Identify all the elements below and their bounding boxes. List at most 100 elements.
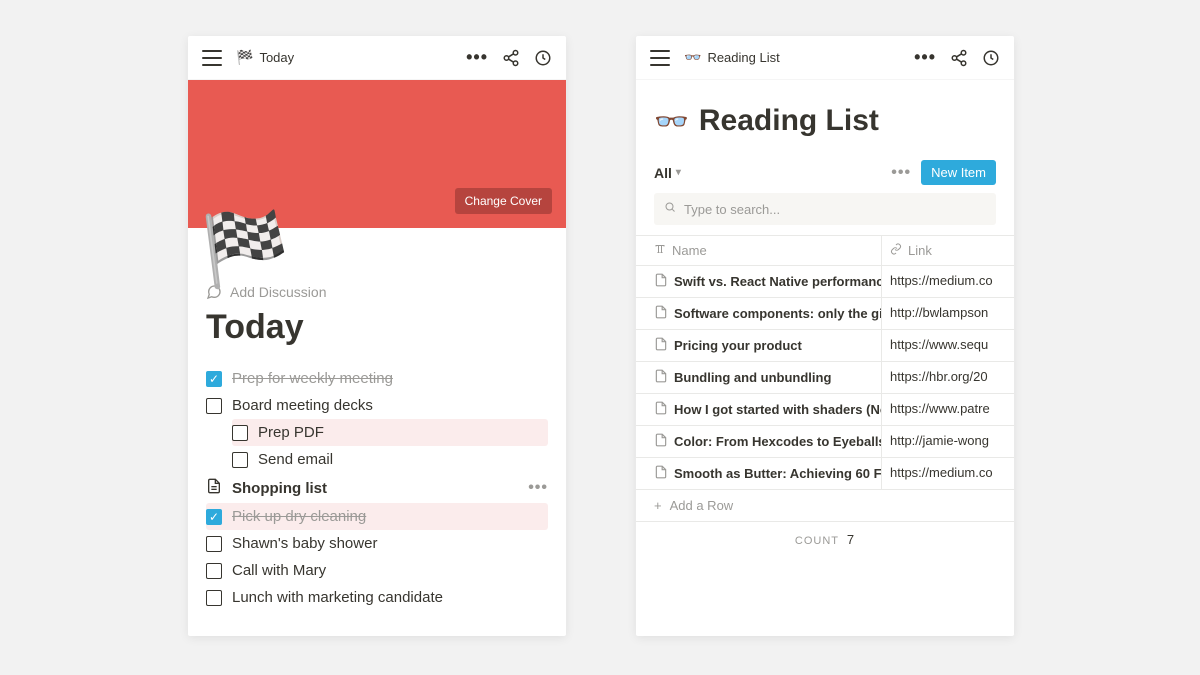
todo-label: Prep for weekly meeting	[232, 370, 393, 387]
breadcrumb-label[interactable]: Today	[259, 50, 294, 65]
table-row[interactable]: Smooth as Butter: Achieving 60 FPS A htt…	[636, 458, 1014, 490]
todo-label: Board meeting decks	[232, 397, 373, 414]
page-cover: Change Cover 🏁	[188, 80, 566, 228]
history-icon[interactable]	[982, 49, 1000, 67]
page-emoji[interactable]: 🏁	[200, 214, 290, 286]
checkbox-icon[interactable]	[206, 371, 222, 387]
todo-item[interactable]: Shawn's baby shower	[206, 530, 548, 557]
breadcrumb-icon: 🏁	[236, 49, 253, 66]
checkbox-icon[interactable]	[232, 425, 248, 441]
change-cover-button[interactable]: Change Cover	[455, 188, 552, 214]
chevron-down-icon: ▾	[676, 167, 681, 178]
todo-list: Prep for weekly meeting Board meeting de…	[188, 365, 566, 611]
todo-item[interactable]: Prep PDF	[232, 419, 548, 446]
count-value: 7	[847, 532, 855, 547]
todo-item[interactable]: Prep for weekly meeting	[206, 365, 548, 392]
checkbox-icon[interactable]	[206, 563, 222, 579]
column-header-name[interactable]: Name	[636, 236, 882, 265]
page-icon	[654, 433, 668, 450]
subpage-link[interactable]: Shopping list •••	[206, 473, 548, 503]
cell-name: Color: From Hexcodes to Eyeballs	[674, 434, 882, 449]
reading-list-window: 👓 Reading List ••• 👓 Reading List All ▾ …	[636, 36, 1014, 636]
more-icon[interactable]: •••	[466, 47, 488, 68]
todo-label: Shawn's baby shower	[232, 535, 377, 552]
checkbox-icon[interactable]	[206, 509, 222, 525]
checkbox-icon[interactable]	[232, 452, 248, 468]
cell-link: https://www.sequ	[882, 330, 1014, 361]
add-row-button[interactable]: + Add a Row	[636, 490, 1014, 522]
database-view-bar: All ▾ ••• New Item	[654, 160, 996, 185]
count-summary: COUNT 7	[636, 522, 1014, 557]
table-row[interactable]: How I got started with shaders (Non-S ht…	[636, 394, 1014, 426]
page-title-row: 👓 Reading List	[654, 104, 996, 138]
table-row[interactable]: Color: From Hexcodes to Eyeballs http://…	[636, 426, 1014, 458]
search-input[interactable]	[684, 202, 986, 217]
today-page-window: 🏁 Today ••• Change Cover 🏁 Add Discussio…	[188, 36, 566, 636]
checkbox-icon[interactable]	[206, 590, 222, 606]
cell-link: https://medium.co	[882, 266, 1014, 297]
menu-icon[interactable]	[650, 50, 670, 66]
table-row[interactable]: Swift vs. React Native performance https…	[636, 266, 1014, 298]
cell-link: http://jamie-wong	[882, 426, 1014, 457]
todo-label: Pick up dry cleaning	[232, 508, 366, 525]
page-icon	[206, 478, 222, 498]
history-icon[interactable]	[534, 49, 552, 67]
view-selector[interactable]: All ▾	[654, 165, 681, 181]
cell-name: Software components: only the giants	[674, 306, 882, 321]
page-emoji[interactable]: 👓	[654, 105, 689, 138]
search-box[interactable]	[654, 193, 996, 225]
todo-label: Send email	[258, 451, 333, 468]
row-more-icon[interactable]: •••	[528, 479, 548, 497]
todo-item[interactable]: Pick up dry cleaning	[206, 503, 548, 530]
todo-label: Lunch with marketing candidate	[232, 589, 443, 606]
cell-name: Smooth as Butter: Achieving 60 FPS A	[674, 466, 882, 481]
menu-icon[interactable]	[202, 50, 222, 66]
page-icon	[654, 465, 668, 482]
cell-name: Bundling and unbundling	[674, 370, 831, 385]
topbar: 👓 Reading List •••	[636, 36, 1014, 80]
cell-name: Pricing your product	[674, 338, 802, 353]
todo-item[interactable]: Call with Mary	[206, 557, 548, 584]
page-icon	[654, 369, 668, 386]
table-row[interactable]: Bundling and unbundling https://hbr.org/…	[636, 362, 1014, 394]
more-icon[interactable]: •••	[914, 47, 936, 68]
table-row[interactable]: Pricing your product https://www.sequ	[636, 330, 1014, 362]
topbar: 🏁 Today •••	[188, 36, 566, 80]
table-header-row: Name Link	[636, 236, 1014, 266]
database-table: Name Link Swift vs. React Native perform…	[636, 235, 1014, 557]
link-type-icon	[890, 243, 902, 258]
column-name-label: Name	[672, 243, 707, 258]
cell-link: https://www.patre	[882, 394, 1014, 425]
new-item-button[interactable]: New Item	[921, 160, 996, 185]
todo-label: Call with Mary	[232, 562, 326, 579]
todo-item[interactable]: Send email	[232, 446, 548, 473]
page-title[interactable]: Today	[206, 308, 548, 347]
cell-name: How I got started with shaders (Non-S	[674, 402, 882, 417]
checkbox-icon[interactable]	[206, 536, 222, 552]
cell-link: https://hbr.org/20	[882, 362, 1014, 393]
page-icon	[654, 337, 668, 354]
page-icon	[654, 401, 668, 418]
checkbox-icon[interactable]	[206, 398, 222, 414]
breadcrumb-label[interactable]: Reading List	[707, 50, 779, 65]
plus-icon: +	[654, 498, 662, 513]
subpage-label: Shopping list	[232, 480, 327, 497]
cell-link: https://medium.co	[882, 458, 1014, 489]
page-title[interactable]: Reading List	[699, 104, 879, 138]
search-icon	[664, 200, 676, 218]
todo-item[interactable]: Lunch with marketing candidate	[206, 584, 548, 611]
view-more-icon[interactable]: •••	[891, 164, 911, 182]
page-icon	[654, 273, 668, 290]
add-row-label: Add a Row	[670, 498, 734, 513]
cell-name: Swift vs. React Native performance	[674, 274, 882, 289]
view-name-label: All	[654, 165, 672, 181]
cell-link: http://bwlampson	[882, 298, 1014, 329]
share-icon[interactable]	[950, 49, 968, 67]
breadcrumb-icon: 👓	[684, 49, 701, 66]
todo-item[interactable]: Board meeting decks	[206, 392, 548, 419]
column-link-label: Link	[908, 243, 932, 258]
share-icon[interactable]	[502, 49, 520, 67]
column-header-link[interactable]: Link	[882, 236, 1014, 265]
table-row[interactable]: Software components: only the giants htt…	[636, 298, 1014, 330]
count-label: COUNT	[795, 535, 839, 547]
